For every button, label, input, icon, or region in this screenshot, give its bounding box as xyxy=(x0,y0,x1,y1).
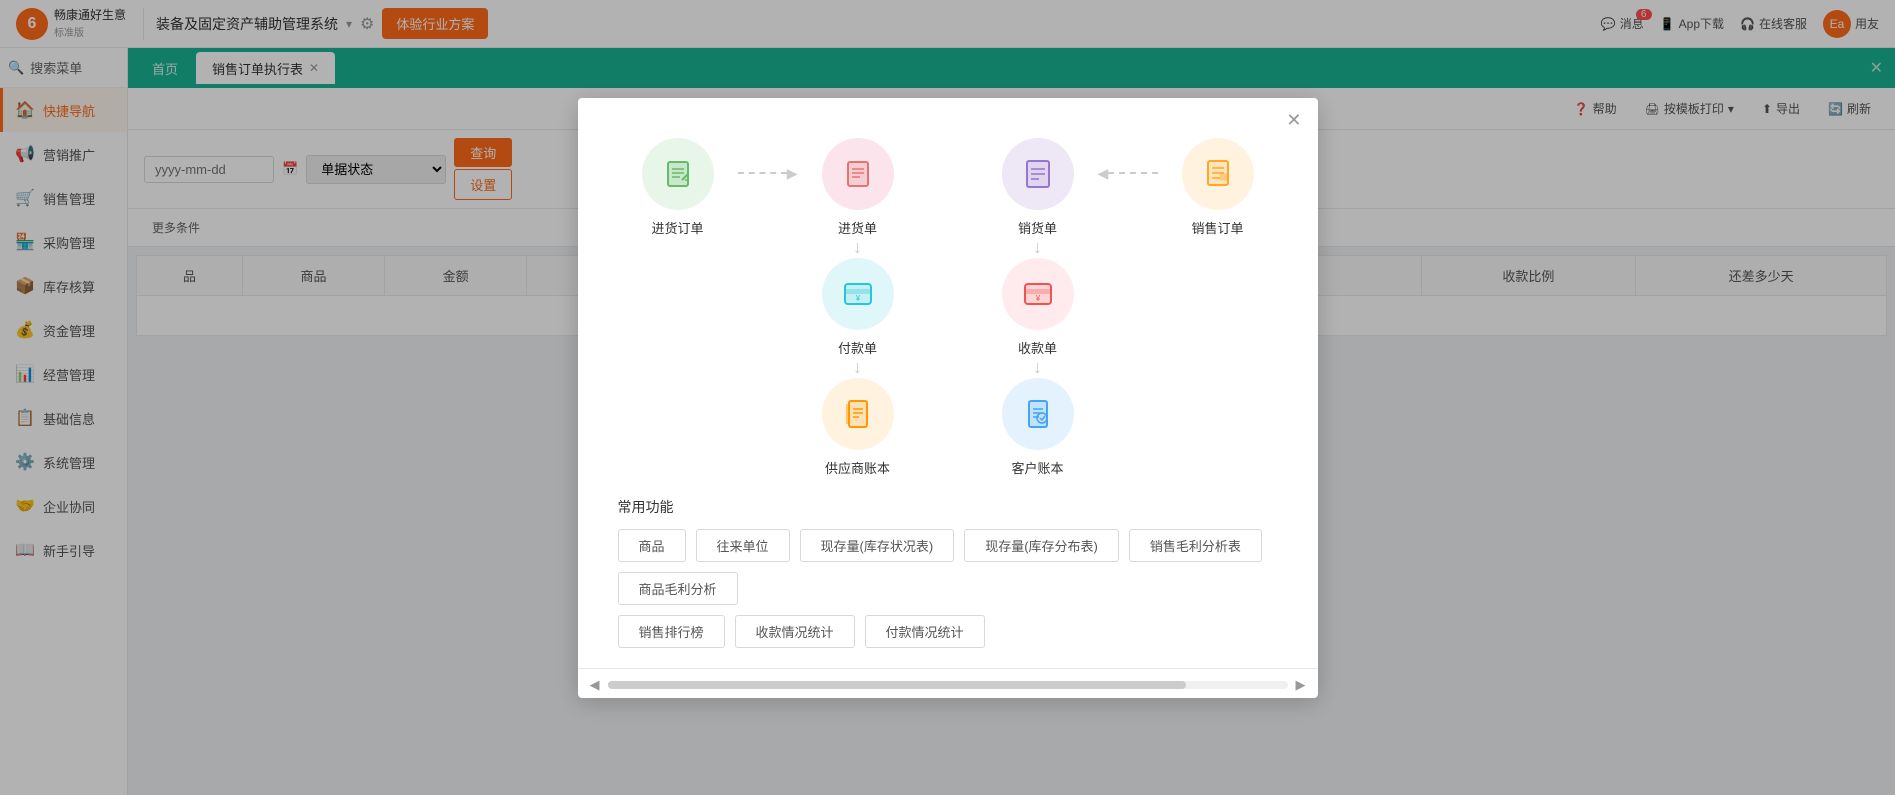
func-btn-receipt-stat[interactable]: 收款情况统计 xyxy=(735,615,855,648)
svg-text:¥: ¥ xyxy=(854,294,860,303)
common-funcs-title: 常用功能 xyxy=(618,497,1278,517)
flow-item-sales-bill: 销货单 xyxy=(978,138,1098,237)
func-btn-stock-dist[interactable]: 现存量(库存分布表) xyxy=(964,529,1119,562)
func-btns-2: 销售排行榜 收款情况统计 付款情况统计 xyxy=(618,615,1278,648)
receipt-circle: ¥ xyxy=(1002,258,1074,330)
func-btn-payment-stat[interactable]: 付款情况统计 xyxy=(865,615,985,648)
func-btn-sales-profit[interactable]: 销售毛利分析表 xyxy=(1129,529,1262,562)
scroll-bar-area: ◀ ▶ xyxy=(578,668,1318,698)
arrow-1: ▶ xyxy=(738,165,798,182)
payment-circle: ¥ xyxy=(822,258,894,330)
scroll-right-icon[interactable]: ▶ xyxy=(1296,677,1306,693)
scroll-left-icon[interactable]: ◀ xyxy=(590,677,600,693)
sales-order-circle xyxy=(1182,138,1254,210)
flow-item-purchase-bill: 进货单 xyxy=(798,138,918,237)
scroll-track xyxy=(608,681,1288,689)
flow-item-supplier-ledger: 供应商账本 xyxy=(798,378,918,477)
supplier-ledger-circle xyxy=(822,378,894,450)
func-btn-product-profit[interactable]: 商品毛利分析 xyxy=(618,572,738,605)
scroll-thumb[interactable] xyxy=(608,681,1186,689)
func-btn-partners[interactable]: 往来单位 xyxy=(696,529,790,562)
svg-text:¥: ¥ xyxy=(1034,294,1040,303)
func-btn-sales-rank[interactable]: 销售排行榜 xyxy=(618,615,725,648)
purchase-bill-circle xyxy=(822,138,894,210)
arrow-2: ◀ xyxy=(1098,165,1158,182)
modal: ✕ xyxy=(578,98,1318,698)
sales-bill-circle xyxy=(1002,138,1074,210)
flow-item-purchase-order: 进货订单 xyxy=(618,138,738,237)
modal-close-icon[interactable]: ✕ xyxy=(1286,110,1301,131)
func-btns: 商品 往来单位 现存量(库存状况表) 现存量(库存分布表) 销售毛利分析表 商品… xyxy=(618,529,1278,605)
func-btn-product[interactable]: 商品 xyxy=(618,529,686,562)
func-btn-stock-status[interactable]: 现存量(库存状况表) xyxy=(800,529,955,562)
flow-item-customer-ledger: 客户账本 xyxy=(978,378,1098,477)
flow-area: 进货订单 ▶ xyxy=(578,98,1318,497)
modal-overlay[interactable]: ✕ xyxy=(0,0,1895,795)
flow-item-sales-order: 销售订单 xyxy=(1158,138,1278,237)
customer-ledger-circle xyxy=(1002,378,1074,450)
flow-item-receipt: ¥ 收款单 xyxy=(978,258,1098,357)
purchase-order-circle xyxy=(642,138,714,210)
flow-item-payment: ¥ 付款单 xyxy=(798,258,918,357)
common-funcs: 常用功能 商品 往来单位 现存量(库存状况表) 现存量(库存分布表) 销售毛利分… xyxy=(578,497,1318,668)
